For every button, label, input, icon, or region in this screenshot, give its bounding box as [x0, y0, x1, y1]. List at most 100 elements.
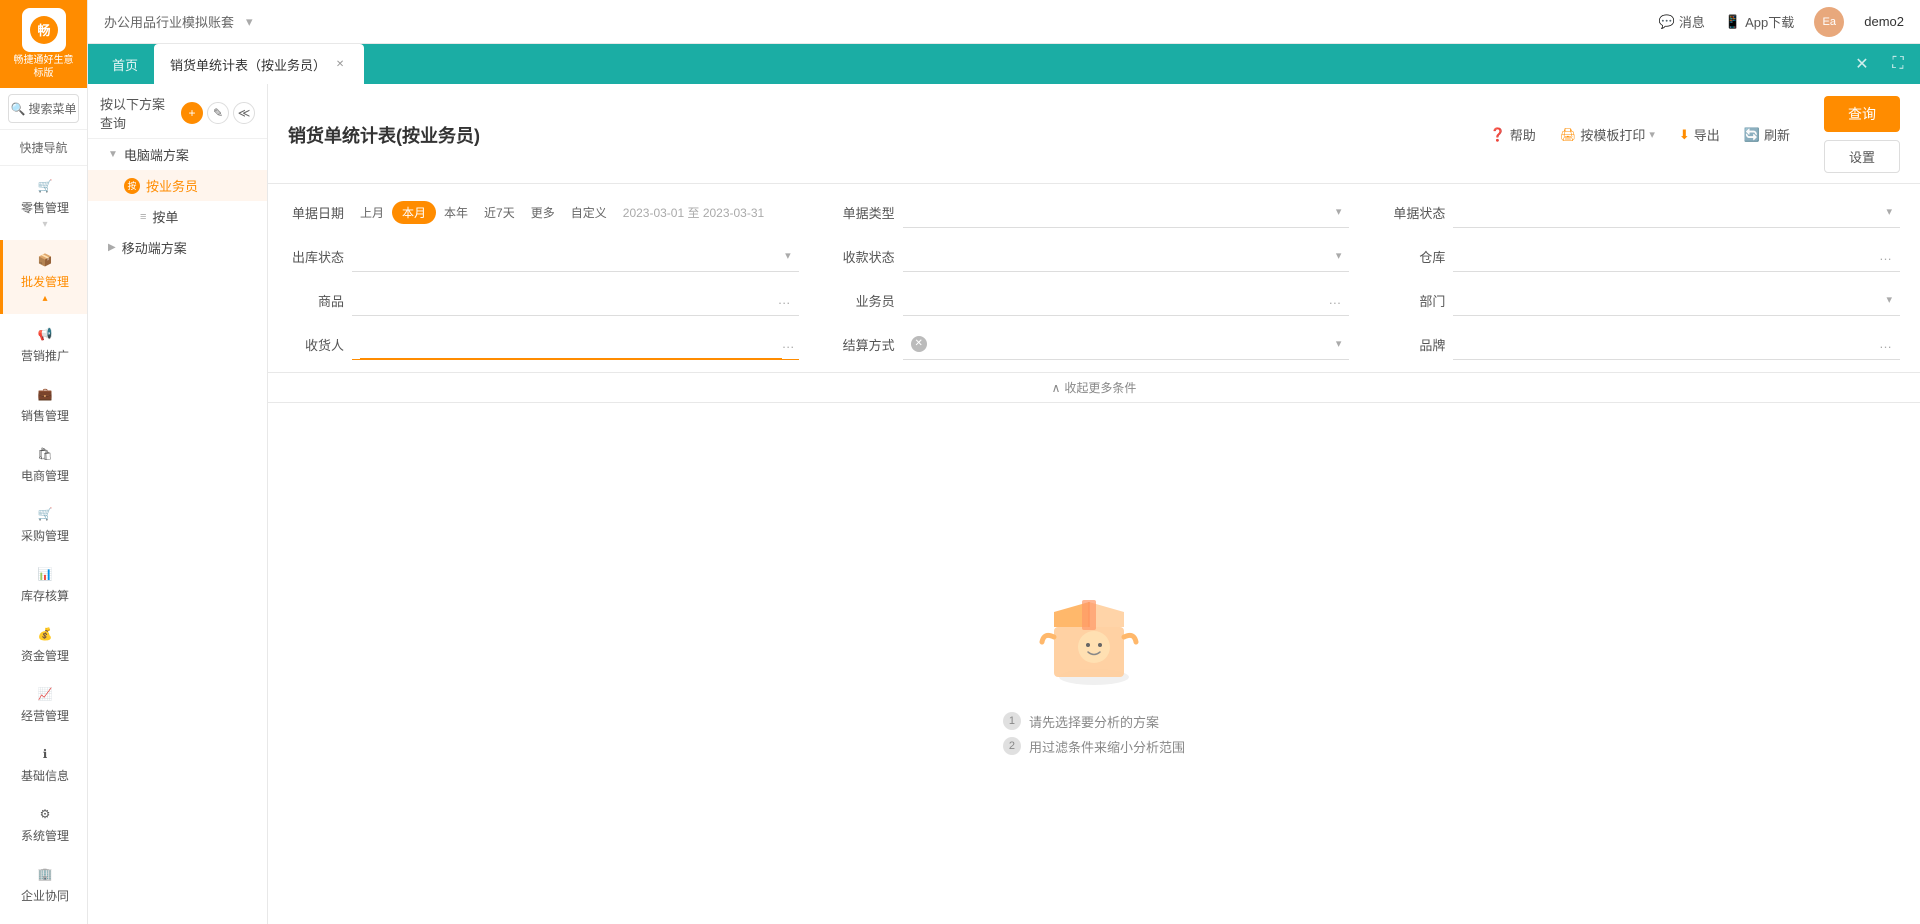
tree-child-by-salesperson[interactable]: 按 按业务员	[88, 170, 267, 201]
sidebar-item-ecommerce[interactable]: 🛍 电商管理	[0, 434, 87, 494]
tree-sub-child-by-order[interactable]: ≡ 按单	[88, 201, 267, 232]
user-name: demo2	[1864, 14, 1904, 29]
sidebar-item-purchase[interactable]: 🛒 采购管理	[0, 494, 87, 554]
sidebar-search-section: 🔍 搜索菜单	[0, 88, 87, 130]
app-download-button[interactable]: 📱 App下载	[1725, 12, 1794, 31]
date-bar: 上月 本月 本年 近7天 更多 自定义 2023-03-01 至 2023-03…	[352, 200, 799, 225]
finance-label: 资金管理	[21, 647, 69, 664]
sidebar-item-marketing[interactable]: 📢 营销推广	[0, 314, 87, 374]
department-select[interactable]: ▾	[1453, 284, 1900, 316]
sidebar-item-newbie[interactable]: 🎓 新手引导	[0, 914, 87, 924]
retail-arrow: ▾	[42, 219, 47, 230]
tab-bar-right: ✕ ⛶	[1848, 50, 1912, 78]
pay-status-select[interactable]: ▾	[903, 240, 1350, 272]
sidebar-item-wholesale[interactable]: 📦 批发管理 ▴	[0, 240, 87, 314]
left-panel-title: 按以下方案查询	[100, 94, 175, 132]
date-tab-custom[interactable]: 自定义	[563, 200, 615, 225]
sidebar-item-retail[interactable]: 🛒 零售管理 ▾	[0, 166, 87, 240]
filter-row-1: 单据日期 上月 本月 本年 近7天 更多 自定义 2023-03-01 至 20…	[288, 196, 1900, 228]
sidebar-item-enterprise[interactable]: 🏢 企业协同	[0, 854, 87, 914]
product-select[interactable]: …	[352, 284, 799, 316]
tree-node-mobile[interactable]: ▶ 移动端方案	[88, 232, 267, 263]
brand-select[interactable]: …	[1453, 328, 1900, 360]
top-header: 办公用品行业模拟账套 ▾ 💬 消息 📱 App下载 Ea demo2	[88, 0, 1920, 44]
page-header: 销货单统计表(按业务员) ❓ 帮助 🖨 按模板打印 ▾ ⬇ 导出	[268, 84, 1920, 184]
sales-icon: 💼	[35, 384, 55, 404]
collapse-bar: ∧ 收起更多条件	[268, 373, 1920, 403]
salesperson-dots: …	[1328, 292, 1341, 307]
receiver-dots: …	[782, 336, 795, 351]
sidebar-item-sales[interactable]: 💼 销售管理	[0, 374, 87, 434]
left-panel-actions: + ✎ ≪	[181, 102, 255, 124]
ecommerce-label: 电商管理	[21, 467, 69, 484]
help-button[interactable]: ❓ 帮助	[1484, 121, 1542, 148]
child-icon-salesperson: 按	[124, 178, 140, 194]
inventory-label: 库存核算	[21, 587, 69, 604]
hint-text-1: 请先选择要分析的方案	[1029, 712, 1159, 731]
warehouse-label: 仓库	[1389, 247, 1445, 266]
sales-label: 销售管理	[21, 407, 69, 424]
message-button[interactable]: 💬 消息	[1659, 12, 1705, 31]
date-tab-this-year[interactable]: 本年	[436, 200, 476, 225]
tree-label-desktop: 电脑端方案	[124, 145, 189, 164]
query-button[interactable]: 查询	[1824, 96, 1900, 132]
collapse-button[interactable]: ∧ 收起更多条件	[1052, 379, 1137, 396]
filter-row-4: 收货人 … 结算方式 ✕ ▾	[288, 328, 1900, 360]
sidebar-menu: 🛒 零售管理 ▾ 📦 批发管理 ▴ 📢 营销推广 💼 销售管理 🛍 电商管理 🛒…	[0, 166, 87, 924]
filter-doc-status: 单据状态 ▾	[1389, 196, 1900, 228]
date-tab-last-month[interactable]: 上月	[352, 200, 392, 225]
message-icon: 💬	[1659, 14, 1675, 30]
collapse-label: 收起更多条件	[1064, 379, 1136, 396]
refresh-button[interactable]: 🔄 刷新	[1738, 121, 1796, 148]
doc-status-select[interactable]: ▾	[1453, 196, 1900, 228]
retail-icon: 🛒	[35, 176, 55, 196]
tab-close-all-button[interactable]: ✕	[1848, 50, 1876, 78]
date-tab-more[interactable]: 更多	[523, 200, 563, 225]
date-tab-this-month[interactable]: 本月	[392, 201, 436, 224]
out-status-select[interactable]: ▾	[352, 240, 799, 272]
help-label: 帮助	[1510, 125, 1536, 144]
settle-select[interactable]: ✕ ▾	[903, 328, 1350, 360]
home-tab-label: 首页	[112, 55, 138, 74]
breadcrumb-arrow-icon: ▾	[246, 14, 253, 30]
doc-type-select[interactable]: ▾	[903, 196, 1350, 228]
sidebar-item-inventory[interactable]: 📊 库存核算	[0, 554, 87, 614]
sidebar-item-finance[interactable]: 💰 资金管理	[0, 614, 87, 674]
out-status-arrow: ▾	[785, 249, 791, 262]
main-area: 办公用品行业模拟账套 ▾ 💬 消息 📱 App下载 Ea demo2 首页 销货…	[88, 0, 1920, 924]
system-label: 系统管理	[21, 827, 69, 844]
tab-home[interactable]: 首页	[96, 44, 154, 84]
edit-scheme-button[interactable]: ✎	[207, 102, 229, 124]
receiver-input[interactable]	[360, 329, 782, 359]
warehouse-select[interactable]: …	[1453, 240, 1900, 272]
sidebar-item-basic[interactable]: ℹ 基础信息	[0, 734, 87, 794]
settings-button[interactable]: 设置	[1824, 140, 1900, 173]
tab-sales-stat[interactable]: 销货单统计表（按业务员） ✕	[154, 44, 364, 84]
quick-nav-button[interactable]: 快捷导航	[0, 134, 87, 161]
search-icon: 🔍	[11, 102, 26, 116]
settle-tag-close[interactable]: ✕	[911, 336, 927, 352]
salesperson-select[interactable]: …	[903, 284, 1350, 316]
collapse-panel-button[interactable]: ≪	[233, 102, 255, 124]
sidebar-item-system[interactable]: ⚙ 系统管理	[0, 794, 87, 854]
filter-department: 部门 ▾	[1389, 284, 1900, 316]
export-button[interactable]: ⬇ 导出	[1673, 121, 1726, 148]
empty-hint: 1 请先选择要分析的方案 2 用过滤条件来缩小分析范围	[1003, 712, 1185, 756]
tab-expand-button[interactable]: ⛶	[1884, 50, 1912, 78]
filter-date: 单据日期 上月 本月 本年 近7天 更多 自定义 2023-03-01 至 20…	[288, 200, 799, 225]
filter-row-2: 出库状态 ▾ 收款状态 ▾	[288, 240, 1900, 272]
print-button[interactable]: 🖨 按模板打印 ▾	[1554, 121, 1661, 148]
settle-arrow: ▾	[1336, 337, 1342, 350]
date-tab-last7[interactable]: 近7天	[476, 200, 523, 225]
empty-state: 1 请先选择要分析的方案 2 用过滤条件来缩小分析范围	[268, 403, 1920, 924]
finance-icon: 💰	[35, 624, 55, 644]
empty-hint-item-1: 1 请先选择要分析的方案	[1003, 712, 1159, 731]
tab-close-button[interactable]: ✕	[332, 56, 348, 72]
add-scheme-button[interactable]: +	[181, 102, 203, 124]
tab-bar: 首页 销货单统计表（按业务员） ✕ ✕ ⛶	[88, 44, 1920, 84]
sidebar-item-operations[interactable]: 📈 经营管理	[0, 674, 87, 734]
search-menu-button[interactable]: 🔍 搜索菜单	[8, 94, 79, 123]
brand-label: 品牌	[1389, 335, 1445, 354]
tree-node-desktop[interactable]: ▼ 电脑端方案	[88, 139, 267, 170]
avatar[interactable]: Ea	[1814, 7, 1844, 37]
